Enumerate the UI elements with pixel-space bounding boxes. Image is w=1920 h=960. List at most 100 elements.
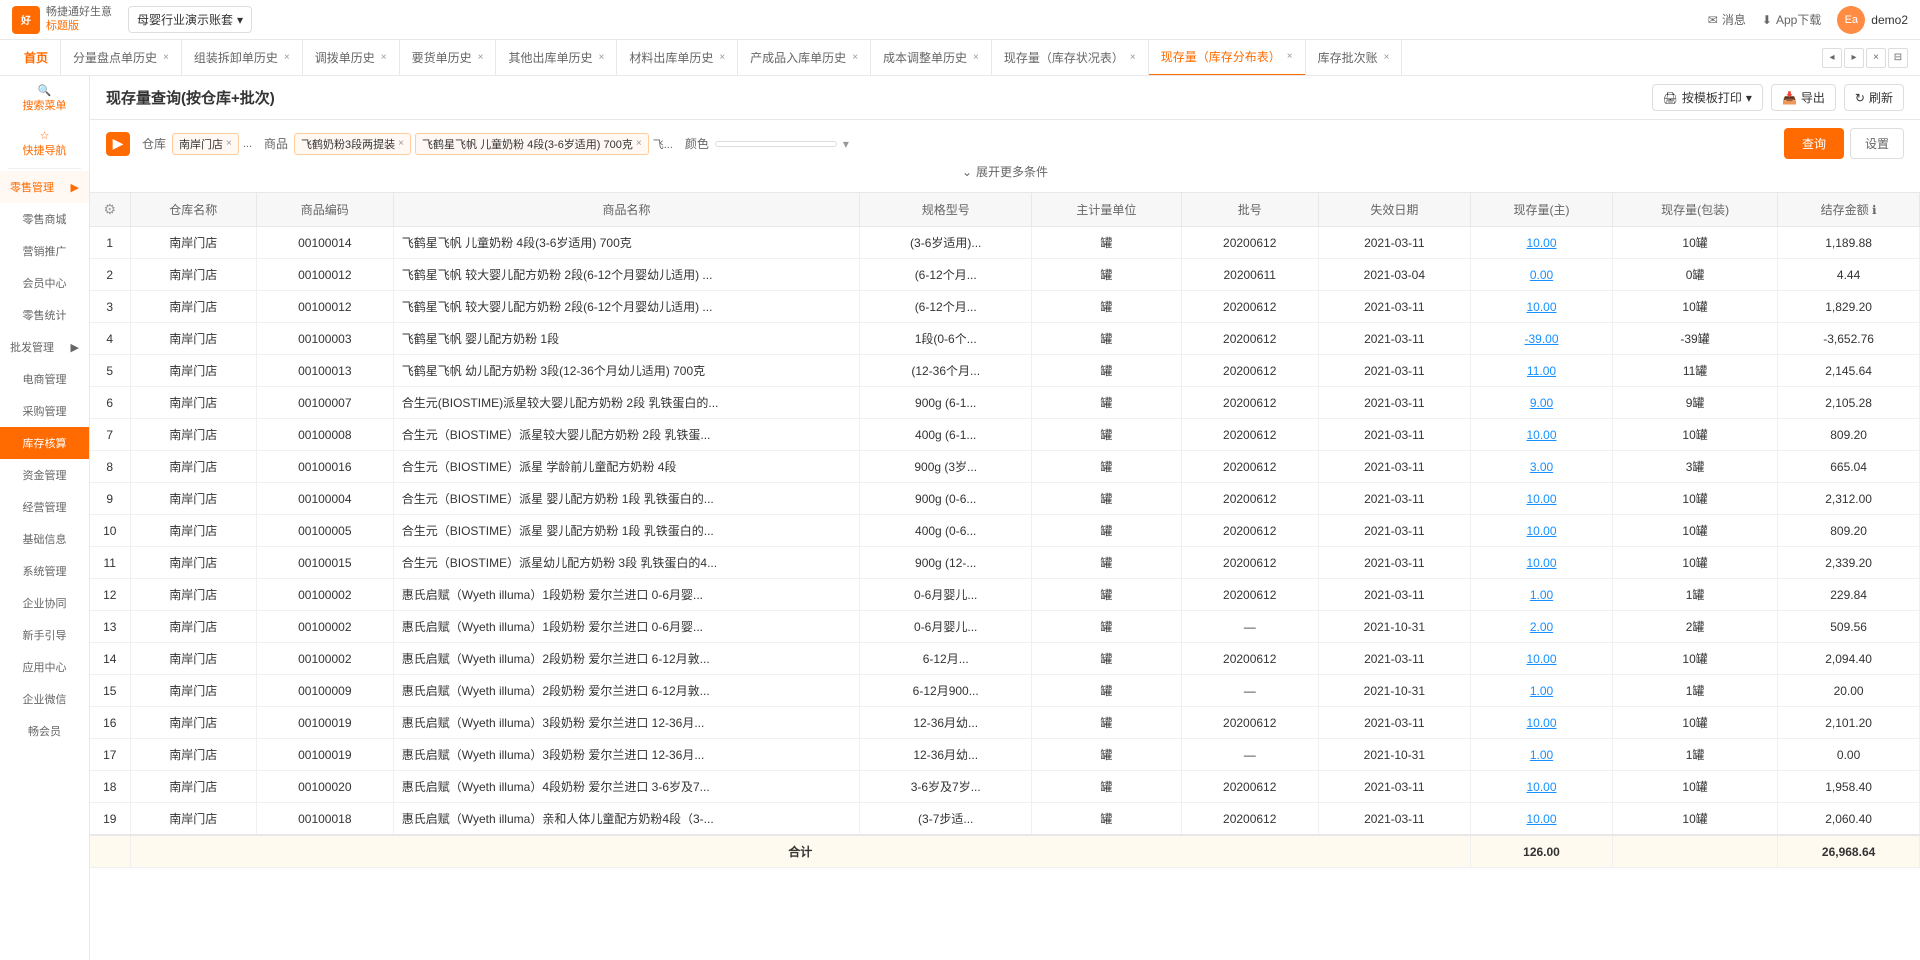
cell-amount: 665.04 <box>1778 451 1920 483</box>
cell-expire: 2021-10-31 <box>1318 675 1470 707</box>
tab-3[interactable]: 调拨单历史 × <box>303 40 400 76</box>
cell-expire: 2021-03-11 <box>1318 707 1470 739</box>
tab-2[interactable]: 组装拆卸单历史 × <box>182 40 303 76</box>
sidebar-item-members[interactable]: 会员中心 <box>0 267 89 299</box>
close-icon[interactable]: × <box>719 52 725 63</box>
tab-navigation-arrows: ◂ ▸ × ⊟ <box>1822 48 1908 68</box>
export-btn[interactable]: 📥 导出 <box>1771 84 1836 111</box>
sidebar-item-inventory[interactable]: 库存核算 <box>0 427 89 459</box>
cell-unit: 罐 <box>1032 707 1182 739</box>
close-icon[interactable]: × <box>478 52 484 63</box>
warehouse-tag: 南岸门店 × <box>172 133 239 155</box>
cell-warehouse: 南岸门店 <box>130 579 256 611</box>
close-icon[interactable]: × <box>1287 51 1293 62</box>
cell-code: 00100012 <box>256 259 393 291</box>
tab-9[interactable]: 现存量（库存状况表） × <box>992 40 1149 76</box>
cell-name: 飞鹤星飞帆 儿童奶粉 4段(3-6岁适用) 700克 <box>393 227 860 259</box>
setting-btn[interactable]: 设置 <box>1850 128 1904 159</box>
cell-batch: 20200612 <box>1181 515 1318 547</box>
sidebar-item-basic-info[interactable]: 基础信息 <box>0 523 89 555</box>
cell-code: 00100002 <box>256 611 393 643</box>
close-icon[interactable]: × <box>852 52 858 63</box>
sidebar-item-operations[interactable]: 经营管理 <box>0 491 89 523</box>
close-icon[interactable]: × <box>1384 52 1390 63</box>
tab-5[interactable]: 其他出库单历史 × <box>496 40 617 76</box>
close-icon[interactable]: × <box>973 52 979 63</box>
tab-next-btn[interactable]: ▸ <box>1844 48 1864 68</box>
close-icon[interactable]: × <box>163 52 169 63</box>
close-icon[interactable]: × <box>598 52 604 63</box>
sidebar-item-apps[interactable]: 应用中心 <box>0 651 89 683</box>
tab-7[interactable]: 产成品入库单历史 × <box>738 40 871 76</box>
sidebar-item-retail-stats[interactable]: 零售统计 <box>0 299 89 331</box>
cell-qty-pkg: 1罐 <box>1612 675 1777 707</box>
sidebar-item-retail-mall[interactable]: 零售商城 <box>0 203 89 235</box>
tag-close-icon[interactable]: × <box>636 138 642 149</box>
cell-amount: 2,312.00 <box>1778 483 1920 515</box>
sidebar-search[interactable]: 🔍 搜索菜单 <box>0 76 89 121</box>
sidebar-item-marketing[interactable]: 营销推广 <box>0 235 89 267</box>
color-input[interactable] <box>715 141 837 147</box>
sidebar-item-ecommerce[interactable]: 电商管理 <box>0 363 89 395</box>
sidebar-item-system[interactable]: 系统管理 <box>0 555 89 587</box>
app-download-btn[interactable]: ⬇ App下载 <box>1762 11 1821 28</box>
chevron-right-icon: ▶ <box>71 181 79 194</box>
sidebar-item-guide[interactable]: 新手引导 <box>0 619 89 651</box>
tab-close-btn[interactable]: × <box>1866 48 1886 68</box>
expand-more-btn[interactable]: ⌄ 展开更多条件 <box>106 159 1904 184</box>
tab-4[interactable]: 要货单历史 × <box>400 40 497 76</box>
cell-name: 惠氏启赋（Wyeth illuma）3段奶粉 爱尔兰进口 12-36月... <box>393 707 860 739</box>
table-row: 9 南岸门店 00100004 合生元（BIOSTIME）派星 婴儿配方奶粉 1… <box>90 483 1920 515</box>
warehouse-label: 仓库 <box>142 135 166 152</box>
sidebar-item-retail-management[interactable]: 零售管理 ▶ <box>0 171 89 203</box>
sidebar-item-wholesale[interactable]: 批发管理 ▶ <box>0 331 89 363</box>
close-icon[interactable]: × <box>1130 52 1136 63</box>
tab-10[interactable]: 现存量（库存分布表） × <box>1149 40 1306 76</box>
print-btn[interactable]: 🖨 按模板打印 ▾ <box>1652 84 1763 111</box>
cell-spec: 12-36月幼... <box>860 707 1032 739</box>
sidebar-item-finance[interactable]: 资金管理 <box>0 459 89 491</box>
product-filter-more[interactable]: 飞... <box>653 136 673 152</box>
close-icon[interactable]: × <box>284 52 290 63</box>
tab-6[interactable]: 材料出库单历史 × <box>617 40 738 76</box>
cell-unit: 罐 <box>1032 771 1182 803</box>
tab-home[interactable]: 首页 <box>12 40 61 76</box>
filter-more-icon[interactable]: ... <box>243 138 252 150</box>
cell-code: 00100016 <box>256 451 393 483</box>
cell-name: 合生元(BIOSTIME)派星较大婴儿配方奶粉 2段 乳铁蛋白的... <box>393 387 860 419</box>
summary-row: 合计 126.00 26,968.64 <box>90 835 1920 868</box>
tag-close-icon[interactable]: × <box>398 138 404 149</box>
tab-expand-btn[interactable]: ⊟ <box>1888 48 1908 68</box>
summary-qty-main: 126.00 <box>1471 835 1613 868</box>
table-row: 7 南岸门店 00100008 合生元（BIOSTIME）派星较大婴儿配方奶粉 … <box>90 419 1920 451</box>
cell-warehouse: 南岸门店 <box>130 707 256 739</box>
cell-expire: 2021-03-11 <box>1318 579 1470 611</box>
tab-8[interactable]: 成本调整单历史 × <box>871 40 992 76</box>
product-tags: 飞鹤奶粉3段两提装 × 飞鹤星飞帆 儿童奶粉 4段(3-6岁适用) 700克 ×… <box>294 133 673 155</box>
download-icon: ⬇ <box>1762 13 1772 27</box>
messages-btn[interactable]: ✉ 消息 <box>1708 11 1746 28</box>
table-row: 12 南岸门店 00100002 惠氏启赋（Wyeth illuma）1段奶粉 … <box>90 579 1920 611</box>
settings-icon[interactable]: ⚙ <box>103 201 116 217</box>
th-code: 商品编码 <box>256 193 393 227</box>
filter-expand-btn[interactable]: ▶ <box>106 132 130 156</box>
chevron-right-icon: ▶ <box>71 341 79 354</box>
close-icon[interactable]: × <box>381 52 387 63</box>
account-selector[interactable]: 母婴行业演示账套 ▾ <box>128 6 252 33</box>
sidebar-item-enterprise[interactable]: 企业协同 <box>0 587 89 619</box>
sidebar-item-membership[interactable]: 畅会员 <box>0 715 89 747</box>
tab-11[interactable]: 库存批次账 × <box>1306 40 1403 76</box>
cell-qty-main: -39.00 <box>1471 323 1613 355</box>
query-btn[interactable]: 查询 <box>1784 128 1844 159</box>
tab-prev-btn[interactable]: ◂ <box>1822 48 1842 68</box>
refresh-btn[interactable]: ↻ 刷新 <box>1844 84 1904 111</box>
sidebar-shortcut[interactable]: ☆ 快捷导航 <box>0 121 89 166</box>
sidebar-item-wechat[interactable]: 企业微信 <box>0 683 89 715</box>
cell-qty-pkg: 10罐 <box>1612 643 1777 675</box>
cell-spec: 900g (3岁... <box>860 451 1032 483</box>
cell-qty-main: 10.00 <box>1471 643 1613 675</box>
tag-close-icon[interactable]: × <box>226 138 232 149</box>
sidebar-item-procurement[interactable]: 采购管理 <box>0 395 89 427</box>
tab-1[interactable]: 分量盘点单历史 × <box>61 40 182 76</box>
cell-amount: 1,829.20 <box>1778 291 1920 323</box>
